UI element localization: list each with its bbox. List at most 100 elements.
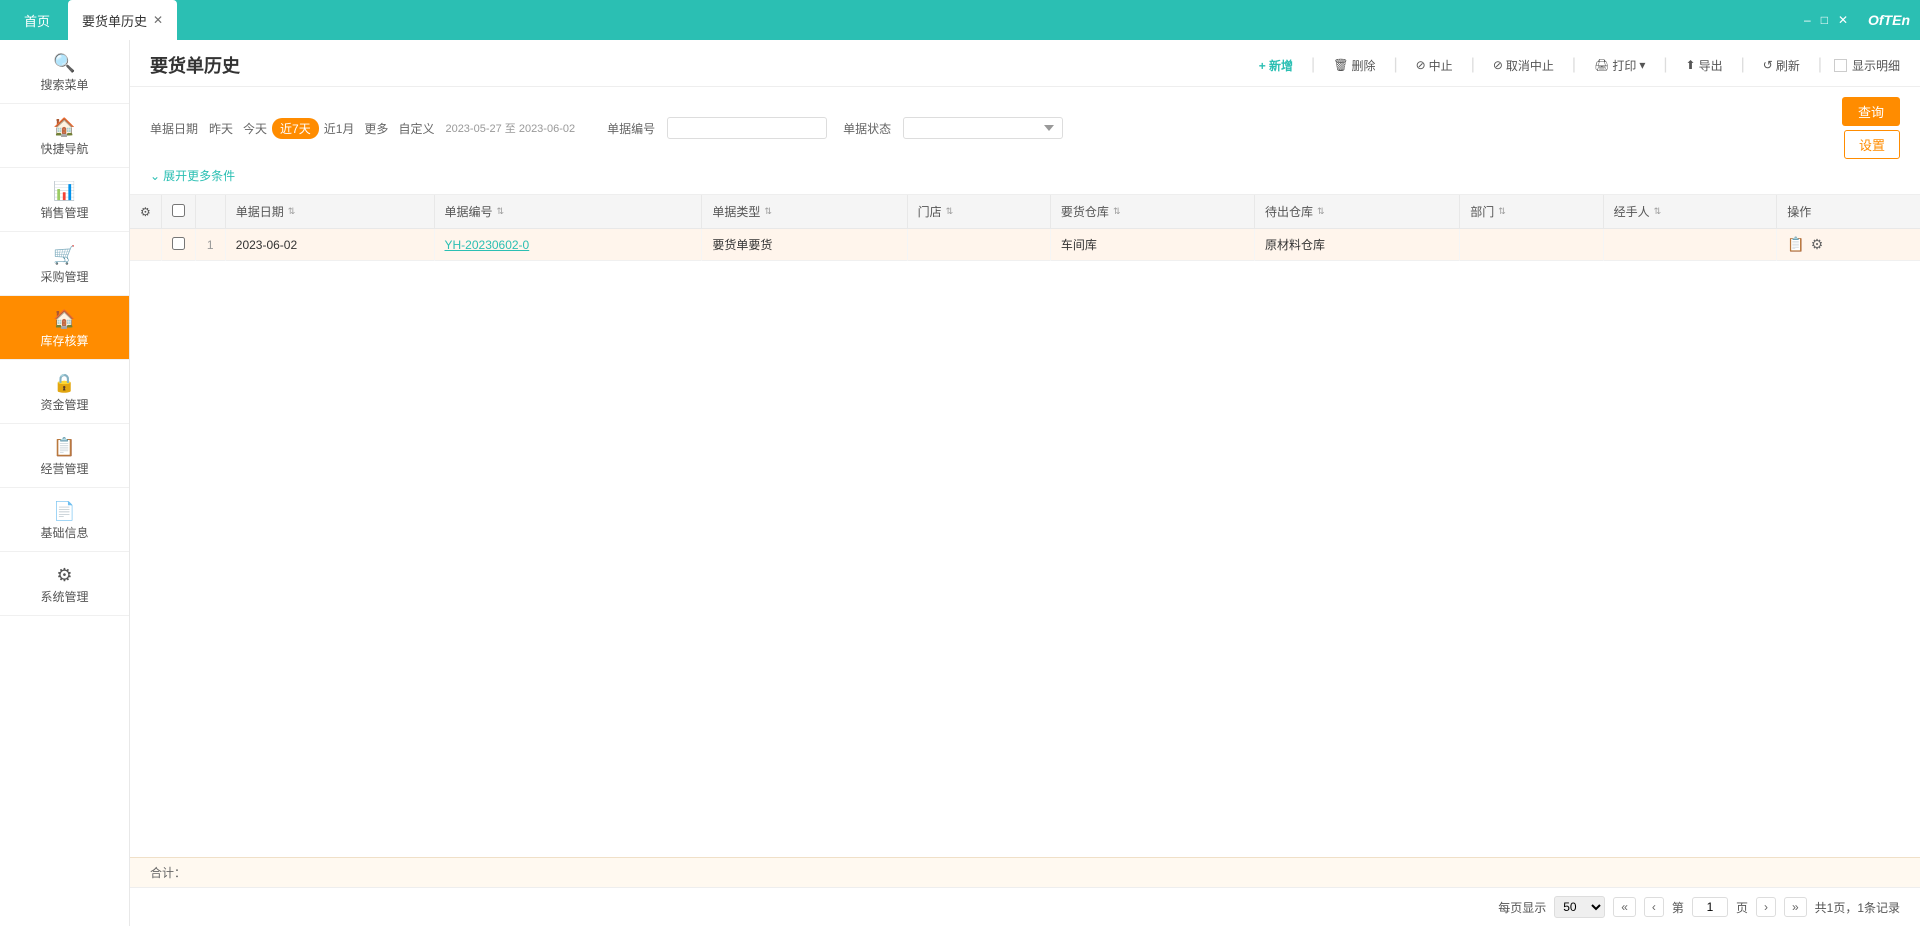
sidebar-item-ops-mgmt-label: 经营管理 xyxy=(40,460,88,477)
date-opt-more[interactable]: 更多 xyxy=(359,118,393,139)
th-pending-warehouse[interactable]: 待出仓库 ⇅ xyxy=(1255,195,1460,229)
sidebar-item-search-menu[interactable]: 🔍 搜索菜单 xyxy=(0,40,129,104)
td-num: 1 xyxy=(195,229,225,261)
new-button[interactable]: + 新增 xyxy=(1253,54,1299,77)
row-more-icon[interactable]: ⚙ xyxy=(1811,236,1824,253)
first-page-button[interactable]: « xyxy=(1613,897,1636,917)
export-button[interactable]: ⬆ 导出 xyxy=(1680,54,1729,77)
select-all-checkbox[interactable] xyxy=(172,204,185,217)
header-actions: + 新增 | 🗑 删除 | ⊘ 中止 | ⊘ 取消中止 | 🖨 xyxy=(1253,54,1900,77)
doc-no-link[interactable]: YH-20230602-0 xyxy=(445,238,530,252)
sort-pending-warehouse-icon: ⇅ xyxy=(1317,206,1325,217)
refresh-button[interactable]: ↺ 刷新 xyxy=(1757,54,1806,77)
sort-date-icon: ⇅ xyxy=(288,206,296,217)
th-settings[interactable]: ⚙ xyxy=(130,195,161,229)
print-dropdown-icon: ▾ xyxy=(1639,58,1645,72)
td-req-warehouse: 车间库 xyxy=(1050,229,1254,261)
minimize-icon[interactable]: – xyxy=(1804,13,1811,27)
divider3: | xyxy=(1471,56,1475,74)
maximize-icon[interactable]: □ xyxy=(1821,13,1828,27)
divider7: | xyxy=(1818,56,1822,74)
top-bar: 首页 要货单历史 ✕ – □ ✕ OfTEn xyxy=(0,0,1920,40)
date-options: 昨天 今天 近7天 近1月 更多 自定义 xyxy=(204,118,439,139)
td-dept xyxy=(1460,229,1603,261)
query-button[interactable]: 查询 xyxy=(1842,97,1900,126)
divider4: | xyxy=(1572,56,1576,74)
date-opt-7days[interactable]: 近7天 xyxy=(272,118,319,139)
date-opt-custom[interactable]: 自定义 xyxy=(393,118,439,139)
page-number-input[interactable] xyxy=(1692,897,1728,917)
refresh-icon: ↺ xyxy=(1763,58,1773,72)
sidebar-item-sys-mgmt[interactable]: ⚙ 系统管理 xyxy=(0,552,129,616)
sidebar-item-purchase-mgmt-label: 采购管理 xyxy=(40,268,88,285)
th-doc-no[interactable]: 单据编号 ⇅ xyxy=(434,195,702,229)
page-header: 要货单历史 + 新增 | 🗑 删除 | ⊘ 中止 | ⊘ 取消中止 | xyxy=(130,40,1920,87)
divider2: | xyxy=(1393,56,1397,74)
cancel-stop-icon: ⊘ xyxy=(1493,58,1503,72)
date-opt-yesterday[interactable]: 昨天 xyxy=(204,118,238,139)
sidebar-item-basic-info-label: 基础信息 xyxy=(40,524,88,541)
td-store xyxy=(907,229,1050,261)
filter-row: 单据日期 昨天 今天 近7天 近1月 更多 自定义 2023-05-27 至 2… xyxy=(150,97,1900,159)
show-detail-button[interactable]: 显示明细 xyxy=(1834,57,1900,74)
td-date: 2023-06-02 xyxy=(225,229,434,261)
sidebar-item-sales-mgmt[interactable]: 📊 销售管理 xyxy=(0,168,129,232)
last-page-button[interactable]: » xyxy=(1784,897,1807,917)
content-area: 要货单历史 + 新增 | 🗑 删除 | ⊘ 中止 | ⊘ 取消中止 | xyxy=(130,40,1920,926)
quick-nav-icon: 🏠 xyxy=(53,118,75,136)
date-opt-today[interactable]: 今天 xyxy=(238,118,272,139)
print-button[interactable]: 🖨 打印 ▾ xyxy=(1588,54,1651,77)
tab-home-label: 首页 xyxy=(24,11,50,30)
sidebar: 🔍 搜索菜单 🏠 快捷导航 📊 销售管理 🛒 采购管理 🏠 库存核算 🔒 资金管… xyxy=(0,40,130,926)
page-label: 第 xyxy=(1672,899,1684,916)
sidebar-item-inventory[interactable]: 🏠 库存核算 xyxy=(0,296,129,360)
th-req-warehouse[interactable]: 要货仓库 ⇅ xyxy=(1050,195,1254,229)
sidebar-item-basic-info[interactable]: 📄 基础信息 xyxy=(0,488,129,552)
delete-button[interactable]: 🗑 删除 xyxy=(1327,54,1381,77)
stop-button[interactable]: ⊘ 中止 xyxy=(1410,54,1459,77)
inventory-icon: 🏠 xyxy=(53,310,75,328)
sort-doctype-icon: ⇅ xyxy=(764,206,772,217)
sidebar-item-quick-nav[interactable]: 🏠 快捷导航 xyxy=(0,104,129,168)
th-store[interactable]: 门店 ⇅ xyxy=(907,195,1050,229)
doc-no-input[interactable] xyxy=(667,117,827,139)
th-date[interactable]: 单据日期 ⇅ xyxy=(225,195,434,229)
divider1: | xyxy=(1311,56,1315,74)
next-page-button[interactable]: › xyxy=(1756,897,1776,917)
settings-button[interactable]: 设置 xyxy=(1844,130,1900,159)
brand-label: OfTEn xyxy=(1868,12,1910,28)
th-handler[interactable]: 经手人 ⇅ xyxy=(1603,195,1777,229)
main-layout: 🔍 搜索菜单 🏠 快捷导航 📊 销售管理 🛒 采购管理 🏠 库存核算 🔒 资金管… xyxy=(0,40,1920,926)
row-checkbox[interactable] xyxy=(172,237,185,250)
table-header-row: ⚙ 单据日期 ⇅ 单据编号 ⇅ xyxy=(130,195,1920,229)
prev-page-button[interactable]: ‹ xyxy=(1644,897,1664,917)
summary-label: 合计： xyxy=(150,866,186,880)
td-checkbox[interactable] xyxy=(161,229,195,261)
tab-home[interactable]: 首页 xyxy=(10,0,64,40)
th-checkbox[interactable] xyxy=(161,195,195,229)
tab-requisition-history[interactable]: 要货单历史 ✕ xyxy=(68,0,177,40)
window-controls: – □ ✕ OfTEn xyxy=(1804,12,1910,28)
doc-no-label: 单据编号 xyxy=(607,120,655,137)
table-row: 1 2023-06-02 YH-20230602-0 要货单要货 车间库 原材料… xyxy=(130,229,1920,261)
date-opt-1month[interactable]: 近1月 xyxy=(319,118,360,139)
show-detail-checkbox[interactable] xyxy=(1834,59,1847,72)
th-doc-type[interactable]: 单据类型 ⇅ xyxy=(702,195,907,229)
td-doc-no[interactable]: YH-20230602-0 xyxy=(434,229,702,261)
finance-mgmt-icon: 🔒 xyxy=(53,374,75,392)
close-tab-icon[interactable]: ✕ xyxy=(153,13,163,27)
close-window-icon[interactable]: ✕ xyxy=(1838,13,1848,27)
page-size-select[interactable]: 20 50 100 200 xyxy=(1554,896,1605,918)
sidebar-item-ops-mgmt[interactable]: 📋 经营管理 xyxy=(0,424,129,488)
sidebar-item-purchase-mgmt[interactable]: 🛒 采购管理 xyxy=(0,232,129,296)
filter-right-buttons: 查询 设置 xyxy=(1842,97,1900,159)
sales-mgmt-icon: 📊 xyxy=(53,182,75,200)
expand-more-button[interactable]: ⌄ 展开更多条件 xyxy=(150,167,1900,184)
status-select[interactable] xyxy=(903,117,1063,139)
expand-more-icon: ⌄ xyxy=(150,169,160,183)
sidebar-item-finance-mgmt[interactable]: 🔒 资金管理 xyxy=(0,360,129,424)
cancel-stop-button[interactable]: ⊘ 取消中止 xyxy=(1487,54,1560,77)
th-dept[interactable]: 部门 ⇅ xyxy=(1460,195,1603,229)
print-icon: 🖨 xyxy=(1594,58,1609,72)
row-edit-icon[interactable]: 📋 xyxy=(1787,236,1804,253)
